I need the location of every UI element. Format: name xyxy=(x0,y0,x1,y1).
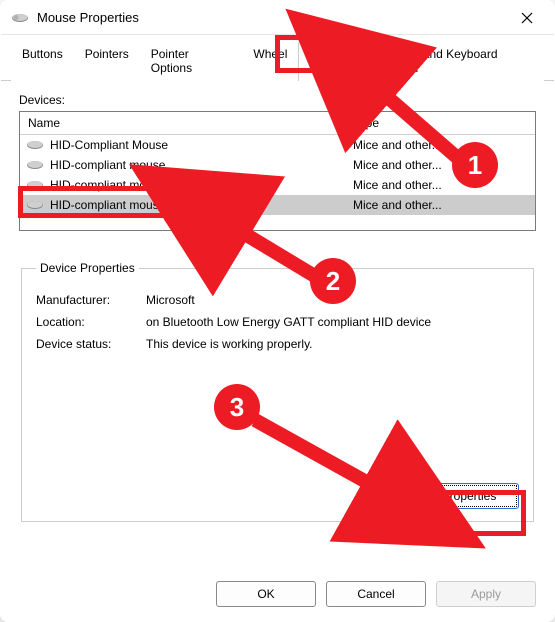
column-header-type[interactable]: Type xyxy=(345,112,535,134)
status-label: Device status: xyxy=(36,337,146,351)
device-type: Mice and other... xyxy=(345,158,535,172)
device-list-header: Name Type xyxy=(20,112,535,135)
apply-button[interactable]: Apply xyxy=(436,581,536,607)
close-icon xyxy=(521,12,533,24)
device-properties-group: Device Properties Manufacturer: Microsof… xyxy=(21,261,534,522)
mouse-icon xyxy=(26,140,44,150)
window-title: Mouse Properties xyxy=(37,10,506,25)
titlebar: Mouse Properties xyxy=(1,1,554,35)
device-type: Mice and other... xyxy=(345,138,535,152)
annotation-box-properties-button xyxy=(386,490,526,536)
tab-pointers[interactable]: Pointers xyxy=(74,41,140,81)
tab-buttons[interactable]: Buttons xyxy=(11,41,74,81)
devices-label: Devices: xyxy=(19,93,536,107)
tab-pointer-options[interactable]: Pointer Options xyxy=(140,41,243,81)
device-type: Mice and other... xyxy=(345,198,535,212)
device-name: HID-compliant mouse xyxy=(50,158,165,172)
mouse-icon xyxy=(26,160,44,170)
annotation-box-selected-device xyxy=(18,186,208,218)
location-label: Location: xyxy=(36,315,146,329)
mouse-icon xyxy=(11,12,29,24)
cancel-button[interactable]: Cancel xyxy=(326,581,426,607)
close-button[interactable] xyxy=(506,3,548,33)
annotation-box-hardware xyxy=(275,35,357,73)
device-type: Mice and other... xyxy=(345,178,535,192)
location-value: on Bluetooth Low Energy GATT compliant H… xyxy=(146,315,519,329)
manufacturer-label: Manufacturer: xyxy=(36,293,146,307)
device-row[interactable]: HID-compliant mouse Mice and other... xyxy=(20,155,535,175)
manufacturer-value: Microsoft xyxy=(146,293,519,307)
device-name: HID-Compliant Mouse xyxy=(50,138,168,152)
device-properties-legend: Device Properties xyxy=(36,261,139,275)
device-row[interactable]: HID-Compliant Mouse Mice and other... xyxy=(20,135,535,155)
column-header-name[interactable]: Name xyxy=(20,112,345,134)
dialog-button-row: OK Cancel Apply xyxy=(1,573,554,621)
ok-button[interactable]: OK xyxy=(216,581,316,607)
status-value: This device is working properly. xyxy=(146,337,519,351)
tab-mouse-keyboard-center[interactable]: Mouse and Keyboard Center xyxy=(372,41,544,81)
